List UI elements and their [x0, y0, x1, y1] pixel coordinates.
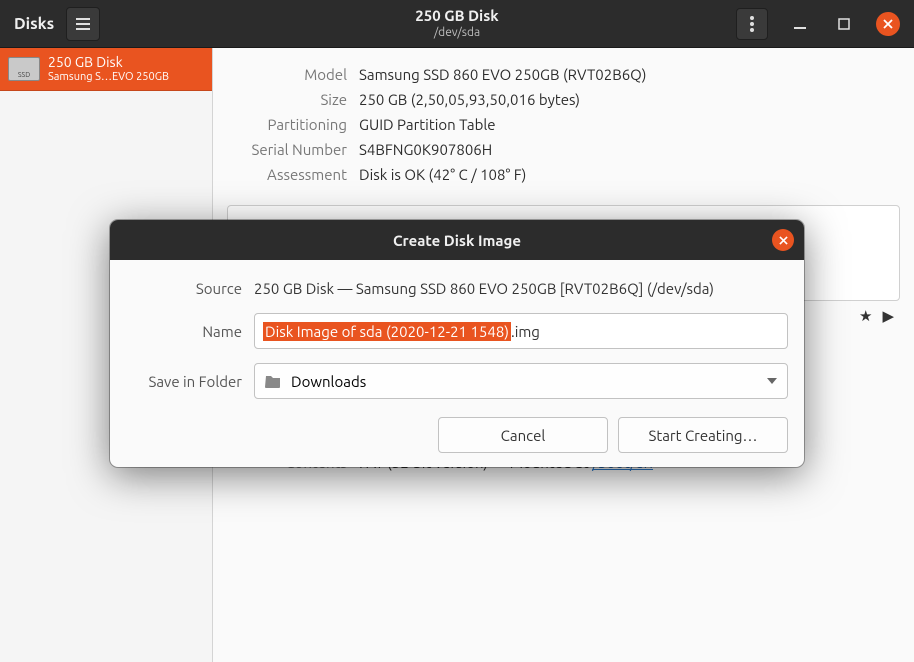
window-close-button[interactable] — [876, 12, 900, 36]
close-icon — [883, 19, 893, 29]
dialog-titlebar: Create Disk Image — [110, 220, 804, 260]
dialog-form: Source 250 GB Disk — Samsung SSD 860 EVO… — [126, 278, 788, 399]
sidebar-disk-desc: Samsung S…EVO 250GB — [48, 71, 169, 84]
maximize-icon — [838, 18, 850, 30]
label-serial: Serial Number — [227, 141, 347, 158]
value-model: Samsung SSD 860 EVO 250GB (RVT02B6Q) — [359, 66, 900, 83]
value-partitioning: GUID Partition Table — [359, 116, 900, 133]
minimize-icon — [794, 18, 806, 30]
chevron-down-icon — [767, 378, 777, 384]
folder-value: Downloads — [291, 373, 366, 390]
close-icon — [779, 236, 788, 245]
dialog-close-button[interactable] — [772, 229, 794, 251]
dialog-title: Create Disk Image — [393, 232, 521, 249]
create-disk-image-dialog: Create Disk Image Source 250 GB Disk — S… — [110, 220, 804, 467]
folder-select[interactable]: Downloads — [254, 363, 788, 399]
play-icon[interactable]: ▶ — [882, 307, 894, 325]
cancel-button[interactable]: Cancel — [438, 417, 608, 453]
label-size: Size — [227, 91, 347, 108]
label-name: Name — [126, 323, 242, 340]
sidebar-disk-item[interactable]: SSD 250 GB Disk Samsung S…EVO 250GB — [0, 48, 212, 91]
label-source: Source — [126, 280, 242, 297]
window-minimize-button[interactable] — [788, 12, 812, 36]
app-menu-button[interactable] — [66, 7, 100, 41]
header-disk-label: 250 GB Disk — [415, 7, 498, 26]
app-title: Disks — [14, 15, 54, 33]
ssd-icon: SSD — [8, 57, 40, 81]
name-input[interactable]: Disk Image of sda (2020-12-21 1548).img — [254, 313, 788, 349]
sidebar-disk-name: 250 GB Disk — [48, 54, 169, 71]
disk-info-table: Model Samsung SSD 860 EVO 250GB (RVT02B6… — [227, 66, 900, 183]
hamburger-icon — [76, 18, 90, 30]
window-maximize-button[interactable] — [832, 12, 856, 36]
label-partitioning: Partitioning — [227, 116, 347, 133]
sidebar-disk-text: 250 GB Disk Samsung S…EVO 250GB — [48, 54, 169, 84]
value-source: 250 GB Disk — Samsung SSD 860 EVO 250GB … — [254, 278, 788, 299]
name-input-selection: Disk Image of sda (2020-12-21 1548) — [263, 322, 511, 341]
label-folder: Save in Folder — [126, 373, 242, 390]
titlebar-center: 250 GB Disk /dev/sda — [415, 7, 498, 41]
titlebar-right — [736, 8, 914, 40]
value-assessment: Disk is OK (42° C / 108° F) — [359, 166, 900, 183]
dialog-body: Source 250 GB Disk — Samsung SSD 860 EVO… — [110, 260, 804, 467]
header-device-path: /dev/sda — [415, 25, 498, 40]
disk-menu-button[interactable] — [736, 8, 768, 40]
dialog-actions: Cancel Start Creating… — [126, 417, 788, 453]
start-creating-button[interactable]: Start Creating… — [618, 417, 788, 453]
label-assessment: Assessment — [227, 166, 347, 183]
kebab-icon — [750, 16, 754, 32]
label-model: Model — [227, 66, 347, 83]
folder-icon — [265, 374, 281, 388]
window-titlebar: Disks 250 GB Disk /dev/sda — [0, 0, 914, 48]
name-input-extension: .img — [511, 323, 540, 340]
value-serial: S4BFNG0K907806H — [359, 141, 900, 158]
value-size: 250 GB (2,50,05,93,50,016 bytes) — [359, 91, 900, 108]
titlebar-left: Disks — [0, 7, 100, 41]
star-icon[interactable]: ★ — [859, 307, 872, 325]
